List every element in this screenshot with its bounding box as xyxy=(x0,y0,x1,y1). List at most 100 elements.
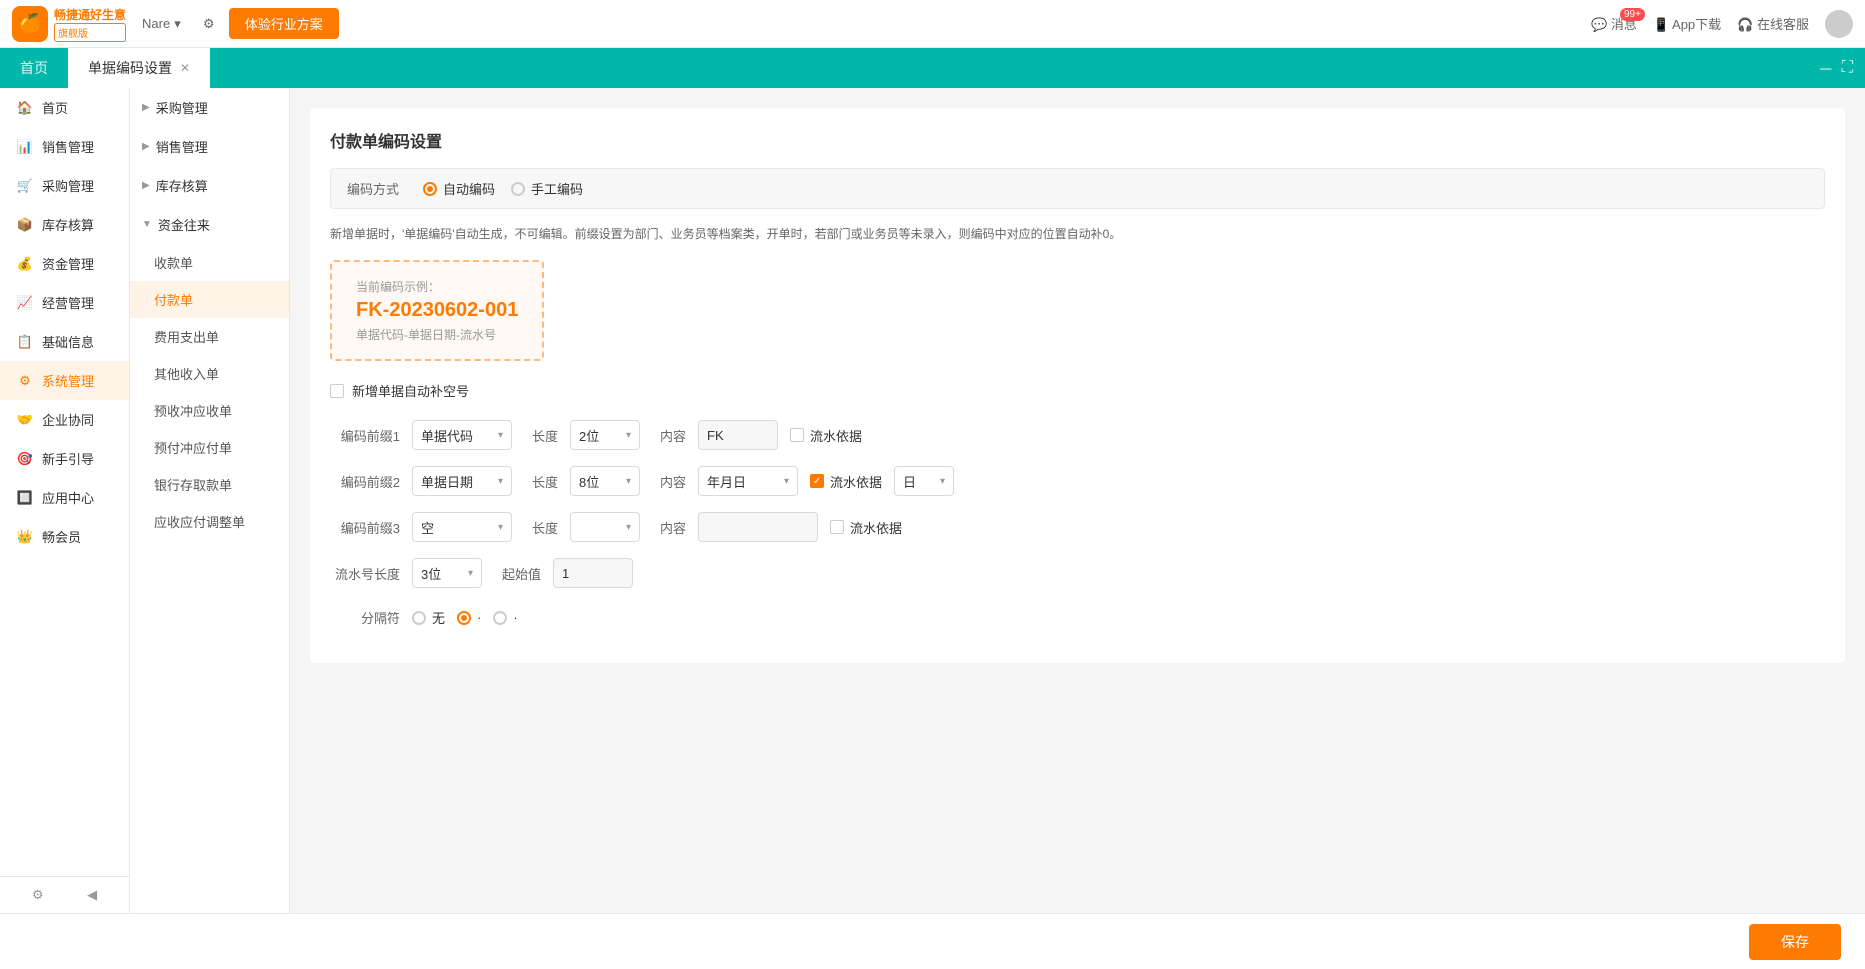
sidebar-item-appcenter[interactable]: 🔲 应用中心 xyxy=(0,478,129,517)
app-download-link[interactable]: 📱 App下载 xyxy=(1653,14,1721,33)
form-row3-select[interactable]: 空 ▾ xyxy=(412,512,512,542)
form-row2-length-label: 长度 xyxy=(532,472,558,491)
chevron-down-icon-2: ▾ xyxy=(498,476,503,487)
auto-fill-checkbox[interactable] xyxy=(330,384,344,398)
online-service-link[interactable]: 🎧 在线客服 xyxy=(1737,14,1809,33)
sidebar-item-business[interactable]: 📈 经营管理 xyxy=(0,283,129,322)
sidebar-item-inventory[interactable]: 📦 库存核算 xyxy=(0,205,129,244)
radio-manual-encode[interactable]: 手工编码 xyxy=(511,179,583,198)
chevron-down-icon-2b: ▾ xyxy=(626,476,631,487)
sub-header-purchase[interactable]: ▶ 采购管理 xyxy=(130,88,289,127)
serial-label-3: 流水依据 xyxy=(850,518,902,537)
sub-header-finance[interactable]: ▼ 资金往来 xyxy=(130,205,289,244)
main-content: 付款单编码设置 编码方式 自动编码 手工编码 新增单据时，'单据编码'自动生成，… xyxy=(290,88,1865,913)
tab-home[interactable]: 首页 xyxy=(0,48,68,88)
form-row1-select-value: 单据代码 xyxy=(421,426,473,445)
purchase-icon: 🛒 xyxy=(16,177,34,195)
sidebar-item-purchase[interactable]: 🛒 采购管理 xyxy=(0,166,129,205)
form-row1-serial-check[interactable]: 流水依据 xyxy=(790,426,862,445)
tab-close-icon[interactable]: ✕ xyxy=(180,61,190,75)
sub-item-bank-deposit[interactable]: 银行存取款单 xyxy=(130,466,289,503)
sub-header-sales[interactable]: ▶ 销售管理 xyxy=(130,127,289,166)
sub-item-ap-adjust[interactable]: 应收应付调整单 xyxy=(130,503,289,540)
user-avatar[interactable] xyxy=(1825,10,1853,38)
sidebar-item-sales[interactable]: 📊 销售管理 xyxy=(0,127,129,166)
sub-item-receipt-label: 收款单 xyxy=(154,256,193,271)
form-row1-length-select[interactable]: 2位 ▾ xyxy=(570,420,640,450)
radio-manual-dot xyxy=(511,182,525,196)
sidebar-item-corp[interactable]: 🤝 企业协同 xyxy=(0,400,129,439)
serial-period-select[interactable]: 日 ▾ xyxy=(894,466,954,496)
sub-header-inventory[interactable]: ▶ 库存核算 xyxy=(130,166,289,205)
sub-item-pre-offset-receivable[interactable]: 预收冲应收单 xyxy=(130,392,289,429)
sub-item-payment[interactable]: 付款单 xyxy=(130,281,289,318)
form-row2-select[interactable]: 单据日期 ▾ xyxy=(412,466,512,496)
topbar-left: 🍊 畅捷通好生意 旗舰版 Nare ▾ ⚙ 体验行业方案 xyxy=(12,6,339,42)
nav-dropdown[interactable]: Nare ▾ xyxy=(134,12,189,36)
form-row2-serial-check[interactable]: ✓ 流水依据 xyxy=(810,472,882,491)
sidebar-item-system-label: 系统管理 xyxy=(42,371,94,390)
sub-item-other-income[interactable]: 其他收入单 xyxy=(130,355,289,392)
sep-radio-none[interactable]: 无 xyxy=(412,608,445,627)
collapse-sidebar-icon[interactable]: ◀ xyxy=(87,887,97,903)
page-title: 付款单编码设置 xyxy=(330,128,1825,152)
sub-sidebar-group-purchase: ▶ 采购管理 xyxy=(130,88,289,127)
radio-auto-encode[interactable]: 自动编码 xyxy=(423,179,495,198)
preview-desc: 单据代码-单据日期-流水号 xyxy=(356,326,518,343)
maximize-icon[interactable]: ⛶ xyxy=(1842,59,1853,77)
basicinfo-icon: 📋 xyxy=(16,333,34,351)
corp-icon: 🤝 xyxy=(16,411,34,429)
sidebar-item-guide-label: 新手引导 xyxy=(42,449,94,468)
sub-label-finance: 资金往来 xyxy=(158,215,210,234)
sep-radio-dot2-dot xyxy=(493,611,507,625)
serial-length-select[interactable]: 3位 ▾ xyxy=(412,558,482,588)
sep-radio-dot-dot xyxy=(457,611,471,625)
sub-item-pre-offset-payable-label: 预付冲应付单 xyxy=(154,441,232,456)
serial-check-box-1[interactable] xyxy=(790,428,804,442)
save-button[interactable]: 保存 xyxy=(1749,924,1841,960)
sidebar-item-finance[interactable]: 💰 资金管理 xyxy=(0,244,129,283)
sidebar-item-basic-info[interactable]: 📋 基础信息 xyxy=(0,322,129,361)
topbar-nav: Nare ▾ ⚙ 体验行业方案 xyxy=(134,8,339,40)
serial-check-box-3[interactable] xyxy=(830,520,844,534)
industry-button[interactable]: 体验行业方案 xyxy=(229,8,339,39)
message-icon[interactable]: 💬 消息 99+ xyxy=(1591,14,1637,33)
sidebar-item-member[interactable]: 👑 畅会员 xyxy=(0,517,129,556)
chevron-down-icon: ▾ xyxy=(174,16,181,32)
sidebar-item-home[interactable]: 🏠 首页 xyxy=(0,88,129,127)
form-row3-length-label: 长度 xyxy=(532,518,558,537)
logo-badge: 旗舰版 xyxy=(54,23,126,42)
form-row1-length-label: 长度 xyxy=(532,426,558,445)
start-value-input[interactable]: 1 xyxy=(553,558,633,588)
sub-item-pre-offset-payable[interactable]: 预付冲应付单 xyxy=(130,429,289,466)
form-row1-select[interactable]: 单据代码 ▾ xyxy=(412,420,512,450)
sales-icon: 📊 xyxy=(16,138,34,156)
serial-label-2: 流水依据 xyxy=(830,472,882,491)
form-row2-content-value: 年月日 xyxy=(707,472,746,491)
settings-bottom-icon[interactable]: ⚙ xyxy=(32,887,44,903)
chevron-down-icon-1: ▾ xyxy=(498,430,503,441)
tab-encode-settings[interactable]: 单据编码设置 ✕ xyxy=(68,48,210,88)
sep-dot2-label: · xyxy=(513,610,517,625)
serial-check-box-2[interactable]: ✓ xyxy=(810,474,824,488)
form-row2-content-select[interactable]: 年月日 ▾ xyxy=(698,466,798,496)
settings-icon[interactable]: ⚙ xyxy=(193,8,225,40)
sub-sidebar-group-inventory: ▶ 库存核算 xyxy=(130,166,289,205)
logo-area: 🍊 畅捷通好生意 旗舰版 xyxy=(12,6,126,42)
sub-item-receipt[interactable]: 收款单 xyxy=(130,244,289,281)
sub-item-expense[interactable]: 费用支出单 xyxy=(130,318,289,355)
form-row3-serial-check[interactable]: 流水依据 xyxy=(830,518,902,537)
sidebar-item-system[interactable]: ⚙ 系统管理 xyxy=(0,361,129,400)
sep-radio-dot[interactable]: · xyxy=(457,610,481,625)
auto-fill-label: 新增单据自动补空号 xyxy=(352,381,469,400)
form-row2-length-select[interactable]: 8位 ▾ xyxy=(570,466,640,496)
form-row3-length-select[interactable]: ▾ xyxy=(570,512,640,542)
logo-icon: 🍊 xyxy=(12,6,48,42)
tabbar: 首页 单据编码设置 ✕ － ⛶ xyxy=(0,48,1865,88)
sidebar-item-member-label: 畅会员 xyxy=(42,527,81,546)
sep-radio-dot2[interactable]: · xyxy=(493,610,517,625)
encode-method-bar: 编码方式 自动编码 手工编码 xyxy=(330,168,1825,209)
minimize-icon[interactable]: － xyxy=(1818,56,1834,80)
chevron-down-icon-3: ▾ xyxy=(498,522,503,533)
sidebar-item-guide[interactable]: 🎯 新手引导 xyxy=(0,439,129,478)
